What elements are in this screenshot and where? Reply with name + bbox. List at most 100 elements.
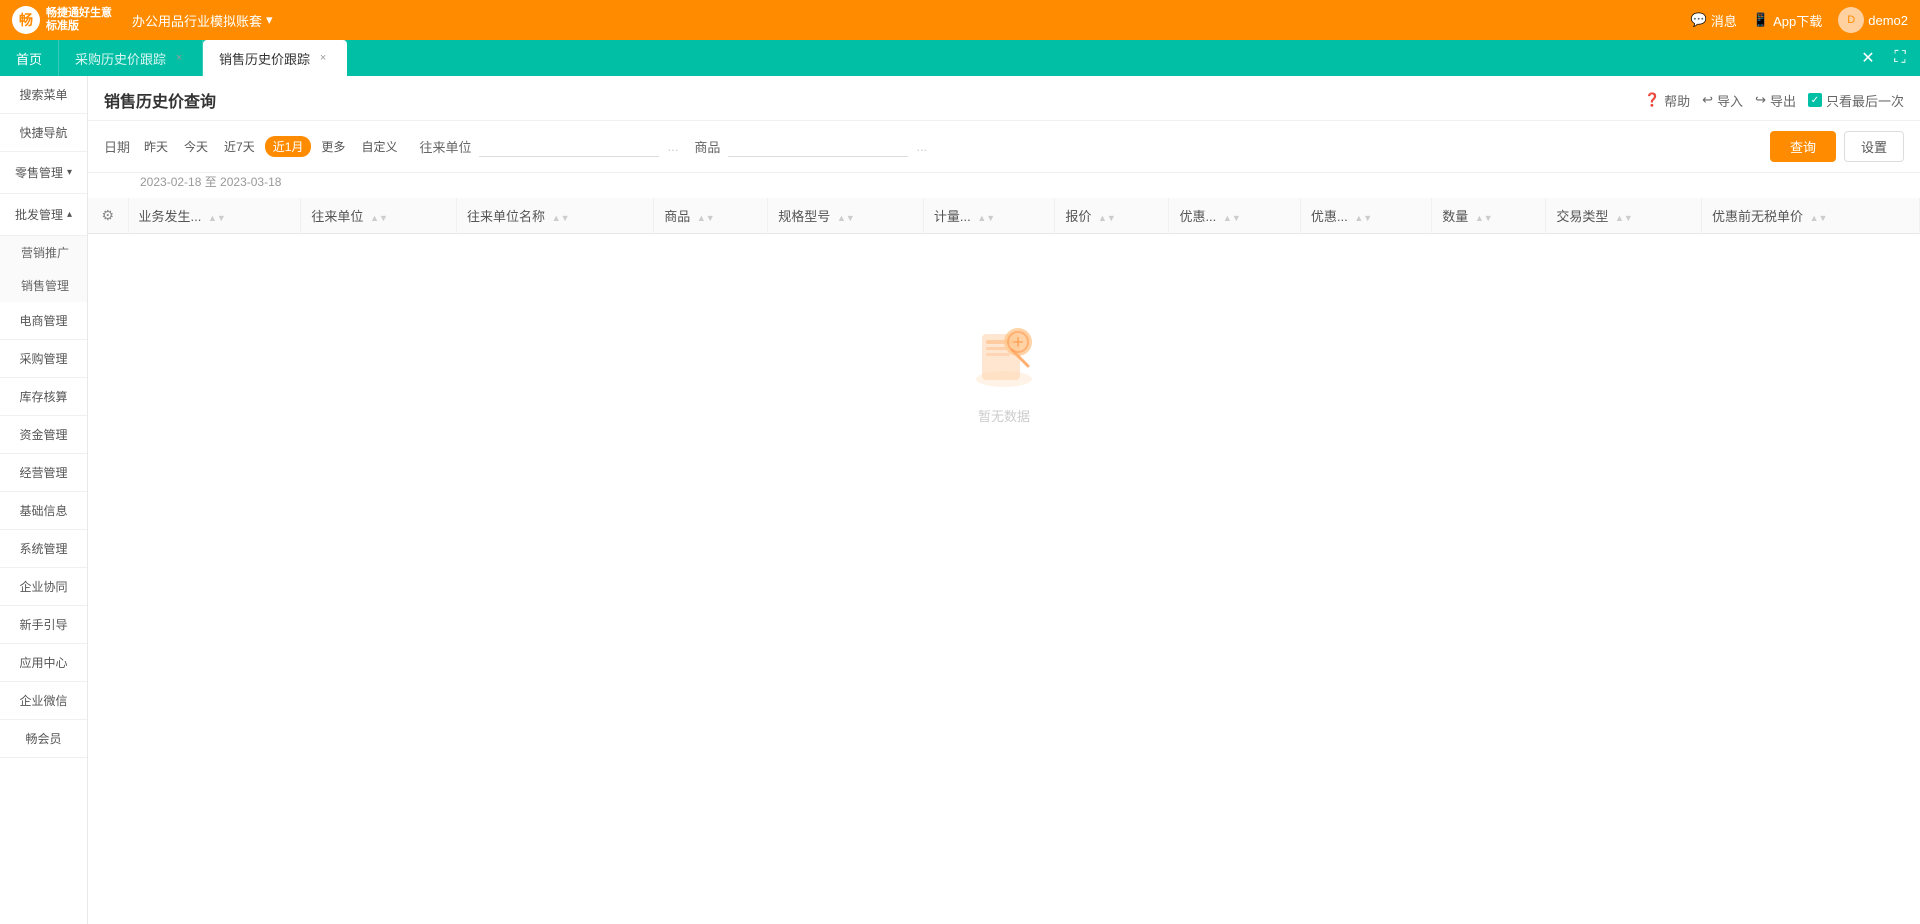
only-last-checkbox[interactable]: ✓	[1808, 93, 1822, 107]
sidebar-item-retail-mgmt[interactable]: 零售管理 ▾	[0, 152, 87, 194]
th-discount1[interactable]: 优惠... ▲▼	[1169, 198, 1300, 234]
message-btn[interactable]: 💬 消息	[1691, 11, 1737, 30]
tab-bar: 首页 采购历史价跟踪 × 销售历史价跟踪 × ✕ ⛶	[0, 40, 1920, 76]
sidebar-item-sales-mgmt[interactable]: 销售管理	[0, 269, 87, 302]
settings-icon[interactable]: ⚙	[101, 207, 114, 223]
logo-icon: 畅	[12, 6, 40, 34]
sort-icon: ▲▼	[837, 214, 855, 223]
sidebar-item-vip-member[interactable]: 畅会员	[0, 720, 87, 758]
th-qty[interactable]: 数量 ▲▼	[1432, 198, 1546, 234]
help-btn[interactable]: ❓ 帮助	[1644, 91, 1690, 110]
th-partner-code[interactable]: 往来单位 ▲▼	[301, 198, 457, 234]
sort-icon: ▲▼	[697, 214, 715, 223]
retail-mgmt-label: 零售管理	[15, 164, 63, 181]
page-actions: ❓ 帮助 ↩ 导入 ↪ 导出 ✓ 只看最后一次	[1644, 91, 1904, 110]
table-header-row: ⚙ 业务发生... ▲▼ 往来单位 ▲▼ 往来单位名称	[88, 198, 1920, 234]
table-wrapper: ⚙ 业务发生... ▲▼ 往来单位 ▲▼ 往来单位名称	[88, 198, 1920, 924]
sidebar-item-system-mgmt[interactable]: 系统管理	[0, 530, 87, 568]
sidebar-item-ecommerce-mgmt[interactable]: 电商管理	[0, 302, 87, 340]
date-btn-last1month[interactable]: 近1月	[265, 136, 312, 157]
date-btn-today[interactable]: 今天	[178, 136, 214, 157]
sidebar-item-purchase-mgmt[interactable]: 采购管理	[0, 340, 87, 378]
data-table: ⚙ 业务发生... ▲▼ 往来单位 ▲▼ 往来单位名称	[88, 198, 1920, 234]
date-btn-yesterday[interactable]: 昨天	[138, 136, 174, 157]
import-icon: ↩	[1702, 92, 1713, 108]
sidebar-item-quick-nav[interactable]: 快捷导航	[0, 114, 87, 152]
app-download-btn[interactable]: 📱 App下载	[1753, 11, 1822, 30]
sidebar-item-app-center[interactable]: 应用中心	[0, 644, 87, 682]
chevron-up-icon: ▴	[67, 209, 72, 220]
partner-filter-input[interactable]	[479, 137, 659, 157]
wholesale-mgmt-label: 批发管理	[15, 206, 63, 223]
date-btn-more[interactable]: 更多	[315, 136, 351, 157]
sidebar-item-marketing[interactable]: 营销推广	[0, 236, 87, 269]
empty-text: 暂无数据	[978, 406, 1030, 425]
close-tab-btn[interactable]: ✕	[1856, 46, 1880, 70]
main-layout: 搜索菜单 快捷导航 零售管理 ▾ 批发管理 ▴ 营销推广 销售管理 电商管理 采…	[0, 76, 1920, 924]
top-bar-right: 💬 消息 📱 App下载 D demo2	[1691, 7, 1908, 33]
sidebar-item-inventory[interactable]: 库存核算	[0, 378, 87, 416]
content-area: 销售历史价查询 ❓ 帮助 ↩ 导入 ↪ 导出 ✓	[88, 76, 1920, 924]
sidebar-item-search-menu[interactable]: 搜索菜单	[0, 76, 87, 114]
partner-filter-label: 往来单位	[419, 137, 471, 156]
sort-icon: ▲▼	[1354, 214, 1372, 223]
chevron-down-icon: ▾	[266, 12, 273, 28]
download-icon: 📱	[1753, 12, 1769, 28]
th-settings[interactable]: ⚙	[88, 198, 128, 234]
th-partner-name[interactable]: 往来单位名称 ▲▼	[457, 198, 654, 234]
top-bar: 畅 畅捷通好生意 标准版 办公用品行业模拟账套 ▾ 💬 消息 📱 App下载 D…	[0, 0, 1920, 40]
date-filter-group: 日期 昨天 今天 近7天 近1月 更多 自定义	[104, 136, 403, 157]
only-last-checkbox-label[interactable]: ✓ 只看最后一次	[1808, 91, 1904, 110]
tab-sales-history[interactable]: 销售历史价跟踪 ×	[203, 40, 347, 76]
product-filter-input[interactable]	[728, 137, 908, 157]
export-btn[interactable]: ↪ 导出	[1755, 91, 1796, 110]
sidebar-item-ops-mgmt[interactable]: 经营管理	[0, 454, 87, 492]
import-btn[interactable]: ↩ 导入	[1702, 91, 1743, 110]
sort-icon: ▲▼	[208, 214, 226, 223]
tab-sales-history-close[interactable]: ×	[316, 51, 330, 65]
sidebar-item-new-guide[interactable]: 新手引导	[0, 606, 87, 644]
sidebar-item-enterprise-wechat[interactable]: 企业微信	[0, 682, 87, 720]
th-spec[interactable]: 规格型号 ▲▼	[768, 198, 924, 234]
product-filter-dots: ...	[916, 139, 927, 154]
fullscreen-btn[interactable]: ⛶	[1888, 46, 1912, 70]
sidebar-item-wholesale-mgmt[interactable]: 批发管理 ▴	[0, 194, 87, 236]
th-biz-date[interactable]: 业务发生... ▲▼	[128, 198, 301, 234]
tab-purchase-history[interactable]: 采购历史价跟踪 ×	[59, 40, 203, 76]
th-trade-type[interactable]: 交易类型 ▲▼	[1546, 198, 1702, 234]
sort-icon: ▲▼	[1615, 214, 1633, 223]
sort-icon: ▲▼	[552, 214, 570, 223]
sidebar-item-basic-info[interactable]: 基础信息	[0, 492, 87, 530]
tab-bar-actions: ✕ ⛶	[1856, 40, 1920, 76]
settings-button[interactable]: 设置	[1844, 131, 1904, 162]
th-unit[interactable]: 计量... ▲▼	[923, 198, 1054, 234]
export-icon: ↪	[1755, 92, 1766, 108]
th-discount2[interactable]: 优惠... ▲▼	[1300, 198, 1431, 234]
chevron-down-icon: ▾	[67, 167, 72, 178]
product-filter-label: 商品	[694, 137, 720, 156]
sort-icon: ▲▼	[1810, 214, 1828, 223]
product-filter-group: 商品 ...	[694, 137, 927, 157]
query-button[interactable]: 查询	[1770, 131, 1836, 162]
sidebar-item-finance-mgmt[interactable]: 资金管理	[0, 416, 87, 454]
th-pre-tax-price[interactable]: 优惠前无税单价 ▲▼	[1701, 198, 1919, 234]
th-product[interactable]: 商品 ▲▼	[654, 198, 768, 234]
user-area[interactable]: D demo2	[1838, 7, 1908, 33]
message-icon: 💬	[1691, 12, 1707, 28]
search-menu-label: 搜索菜单	[19, 86, 67, 103]
page-content: 销售历史价查询 ❓ 帮助 ↩ 导入 ↪ 导出 ✓	[88, 76, 1920, 924]
sort-icon: ▲▼	[1475, 214, 1493, 223]
help-icon: ❓	[1644, 92, 1660, 108]
quick-nav-label: 快捷导航	[19, 124, 67, 141]
date-btn-last7[interactable]: 近7天	[218, 136, 261, 157]
date-btn-custom[interactable]: 自定义	[355, 136, 403, 157]
workspace-selector[interactable]: 办公用品行业模拟账套 ▾	[132, 11, 273, 30]
th-quoted-price[interactable]: 报价 ▲▼	[1055, 198, 1169, 234]
sidebar: 搜索菜单 快捷导航 零售管理 ▾ 批发管理 ▴ 营销推广 销售管理 电商管理 采…	[0, 76, 88, 924]
sort-icon: ▲▼	[1223, 214, 1241, 223]
tab-home[interactable]: 首页	[0, 40, 59, 76]
sidebar-item-enterprise-coop[interactable]: 企业协同	[0, 568, 87, 606]
tab-purchase-history-close[interactable]: ×	[172, 51, 186, 65]
sort-icon: ▲▼	[977, 214, 995, 223]
filter-bar: 日期 昨天 今天 近7天 近1月 更多 自定义 往来单位 ...	[88, 121, 1920, 173]
